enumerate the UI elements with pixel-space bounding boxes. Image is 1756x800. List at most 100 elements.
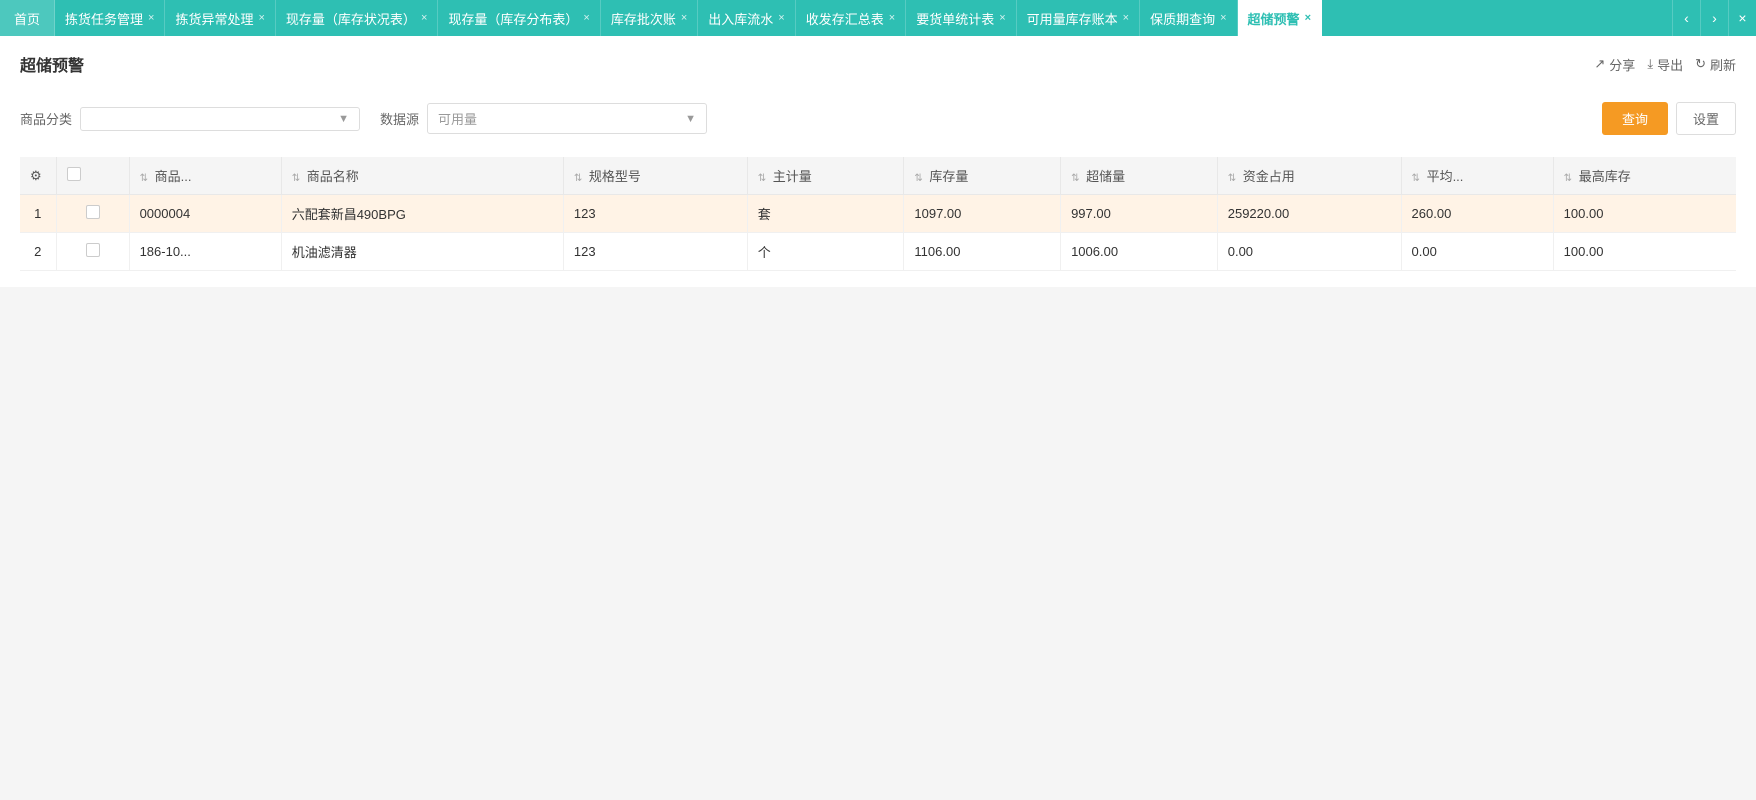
nav-tab-5[interactable]: 出入库流水 × <box>698 0 795 36</box>
row-avg-2: 0.00 <box>1401 233 1553 271</box>
th-overstock[interactable]: ⇅ 超储量 <box>1061 157 1218 195</box>
row-spec-2: 123 <box>563 233 747 271</box>
th-maxstock[interactable]: ⇅ 最高库存 <box>1553 157 1736 195</box>
row-checkbox-1[interactable] <box>56 195 129 233</box>
filter-bar: 商品分类 ▼ 数据源 可用量 ▼ 查询 设置 <box>20 92 1736 145</box>
sort-icon-unit: ⇅ <box>758 173 766 184</box>
export-icon: ⤓ <box>1647 56 1653 72</box>
row-avg-1: 260.00 <box>1401 195 1553 233</box>
datasource-filter: 数据源 可用量 ▼ <box>380 103 707 134</box>
category-select[interactable]: ▼ <box>80 107 360 131</box>
sort-icon-code: ⇅ <box>140 173 148 184</box>
row-name-2: 机油滤清器 <box>281 233 563 271</box>
row-overstock-1: 997.00 <box>1061 195 1218 233</box>
export-button[interactable]: ⤓ 导出 <box>1647 55 1683 74</box>
page-title: 超储预警 <box>20 52 84 76</box>
select-all-checkbox[interactable] <box>67 167 81 181</box>
nav-tab-9[interactable]: 保质期查询 × <box>1140 0 1237 36</box>
close-tab-7[interactable]: × <box>999 12 1005 24</box>
row-code-1: 0000004 <box>129 195 281 233</box>
th-spec[interactable]: ⇅ 规格型号 <box>563 157 747 195</box>
close-tab-2[interactable]: × <box>421 12 427 24</box>
th-unit[interactable]: ⇅ 主计量 <box>747 157 904 195</box>
row-num-1: 1 <box>20 195 56 233</box>
row-capital-2: 0.00 <box>1217 233 1401 271</box>
data-table: ⚙ ⇅ 商品... ⇅ 商品名称 ⇅ 规格型号 ⇅ <box>20 157 1736 271</box>
close-tab-9[interactable]: × <box>1220 12 1226 24</box>
row-num-2: 2 <box>20 233 56 271</box>
close-tab-8[interactable]: × <box>1123 12 1129 24</box>
nav-arrows: ‹ › × <box>1672 0 1756 36</box>
settings-icon: ⚙ <box>30 168 42 183</box>
nav-tab-8[interactable]: 可用量库存账本 × <box>1017 0 1140 36</box>
close-tab-10[interactable]: × <box>1305 12 1311 24</box>
row-capital-1: 259220.00 <box>1217 195 1401 233</box>
refresh-icon: ↻ <box>1695 56 1706 72</box>
sort-icon-name: ⇅ <box>292 173 300 184</box>
sort-icon-stock: ⇅ <box>914 173 922 184</box>
header-actions: ↗ 分享 ⤓ 导出 ↻ 刷新 <box>1594 55 1736 74</box>
close-tab-1[interactable]: × <box>258 12 264 24</box>
sort-icon-avg: ⇅ <box>1412 173 1420 184</box>
row-spec-1: 123 <box>563 195 747 233</box>
table-row: 1 0000004 六配套新昌490BPG 123 套 1097.00 997.… <box>20 195 1736 233</box>
close-tab-4[interactable]: × <box>681 12 687 24</box>
nav-tab-3[interactable]: 现存量（库存分布表） × <box>438 0 600 36</box>
nav-tab-0[interactable]: 拣货任务管理 × <box>55 0 165 36</box>
table-body: 1 0000004 六配套新昌490BPG 123 套 1097.00 997.… <box>20 195 1736 271</box>
sort-icon-overstock: ⇅ <box>1071 173 1079 184</box>
row-checkbox-2[interactable] <box>56 233 129 271</box>
table-header: ⚙ ⇅ 商品... ⇅ 商品名称 ⇅ 规格型号 ⇅ <box>20 157 1736 195</box>
sort-icon-maxstock: ⇅ <box>1564 173 1572 184</box>
th-name[interactable]: ⇅ 商品名称 <box>281 157 563 195</box>
datasource-label: 数据源 <box>380 109 419 128</box>
close-tab-0[interactable]: × <box>148 12 154 24</box>
th-settings[interactable]: ⚙ <box>20 157 56 195</box>
category-dropdown-icon: ▼ <box>338 113 349 125</box>
th-code[interactable]: ⇅ 商品... <box>129 157 281 195</box>
row-stock-2: 1106.00 <box>904 233 1061 271</box>
nav-tab-10[interactable]: 超储预警 × <box>1238 0 1322 36</box>
table-row: 2 186-10... 机油滤清器 123 个 1106.00 1006.00 … <box>20 233 1736 271</box>
datasource-dropdown-icon: ▼ <box>685 113 696 125</box>
top-nav: 首页 拣货任务管理 × 拣货异常处理 × 现存量（库存状况表） × 现存量（库存… <box>0 0 1756 36</box>
row-unit-1: 套 <box>747 195 904 233</box>
nav-tab-6[interactable]: 收发存汇总表 × <box>796 0 906 36</box>
page-content: 超储预警 ↗ 分享 ⤓ 导出 ↻ 刷新 商品分类 ▼ 数据源 <box>0 36 1756 287</box>
sort-icon-capital: ⇅ <box>1228 173 1236 184</box>
sort-icon-spec: ⇅ <box>574 173 582 184</box>
nav-arrow-right[interactable]: › <box>1700 0 1728 36</box>
nav-tab-2[interactable]: 现存量（库存状况表） × <box>276 0 438 36</box>
category-filter: 商品分类 ▼ <box>20 107 360 131</box>
refresh-button[interactable]: ↻ 刷新 <box>1695 55 1736 74</box>
row-unit-2: 个 <box>747 233 904 271</box>
th-stock[interactable]: ⇅ 库存量 <box>904 157 1061 195</box>
settings-button[interactable]: 设置 <box>1676 102 1736 135</box>
page-header: 超储预警 ↗ 分享 ⤓ 导出 ↻ 刷新 <box>20 52 1736 76</box>
row-code-2: 186-10... <box>129 233 281 271</box>
share-icon: ↗ <box>1594 56 1605 72</box>
nav-tab-1[interactable]: 拣货异常处理 × <box>165 0 275 36</box>
nav-home[interactable]: 首页 <box>0 0 55 36</box>
nav-tab-7[interactable]: 要货单统计表 × <box>906 0 1016 36</box>
close-tab-3[interactable]: × <box>583 12 589 24</box>
datasource-select[interactable]: 可用量 ▼ <box>427 103 707 134</box>
nav-arrow-left[interactable]: ‹ <box>1672 0 1700 36</box>
row-name-1: 六配套新昌490BPG <box>281 195 563 233</box>
query-button[interactable]: 查询 <box>1602 102 1668 135</box>
filter-actions: 查询 设置 <box>1602 102 1736 135</box>
row-maxstock-2: 100.00 <box>1553 233 1736 271</box>
th-checkbox[interactable] <box>56 157 129 195</box>
row-maxstock-1: 100.00 <box>1553 195 1736 233</box>
nav-tab-4[interactable]: 库存批次账 × <box>601 0 698 36</box>
share-button[interactable]: ↗ 分享 <box>1594 55 1635 74</box>
row-overstock-2: 1006.00 <box>1061 233 1218 271</box>
close-tab-5[interactable]: × <box>778 12 784 24</box>
nav-arrow-close[interactable]: × <box>1728 0 1756 36</box>
th-capital[interactable]: ⇅ 资金占用 <box>1217 157 1401 195</box>
row-stock-1: 1097.00 <box>904 195 1061 233</box>
category-label: 商品分类 <box>20 109 72 128</box>
th-avg[interactable]: ⇅ 平均... <box>1401 157 1553 195</box>
datasource-select-value: 可用量 <box>438 109 477 128</box>
close-tab-6[interactable]: × <box>889 12 895 24</box>
